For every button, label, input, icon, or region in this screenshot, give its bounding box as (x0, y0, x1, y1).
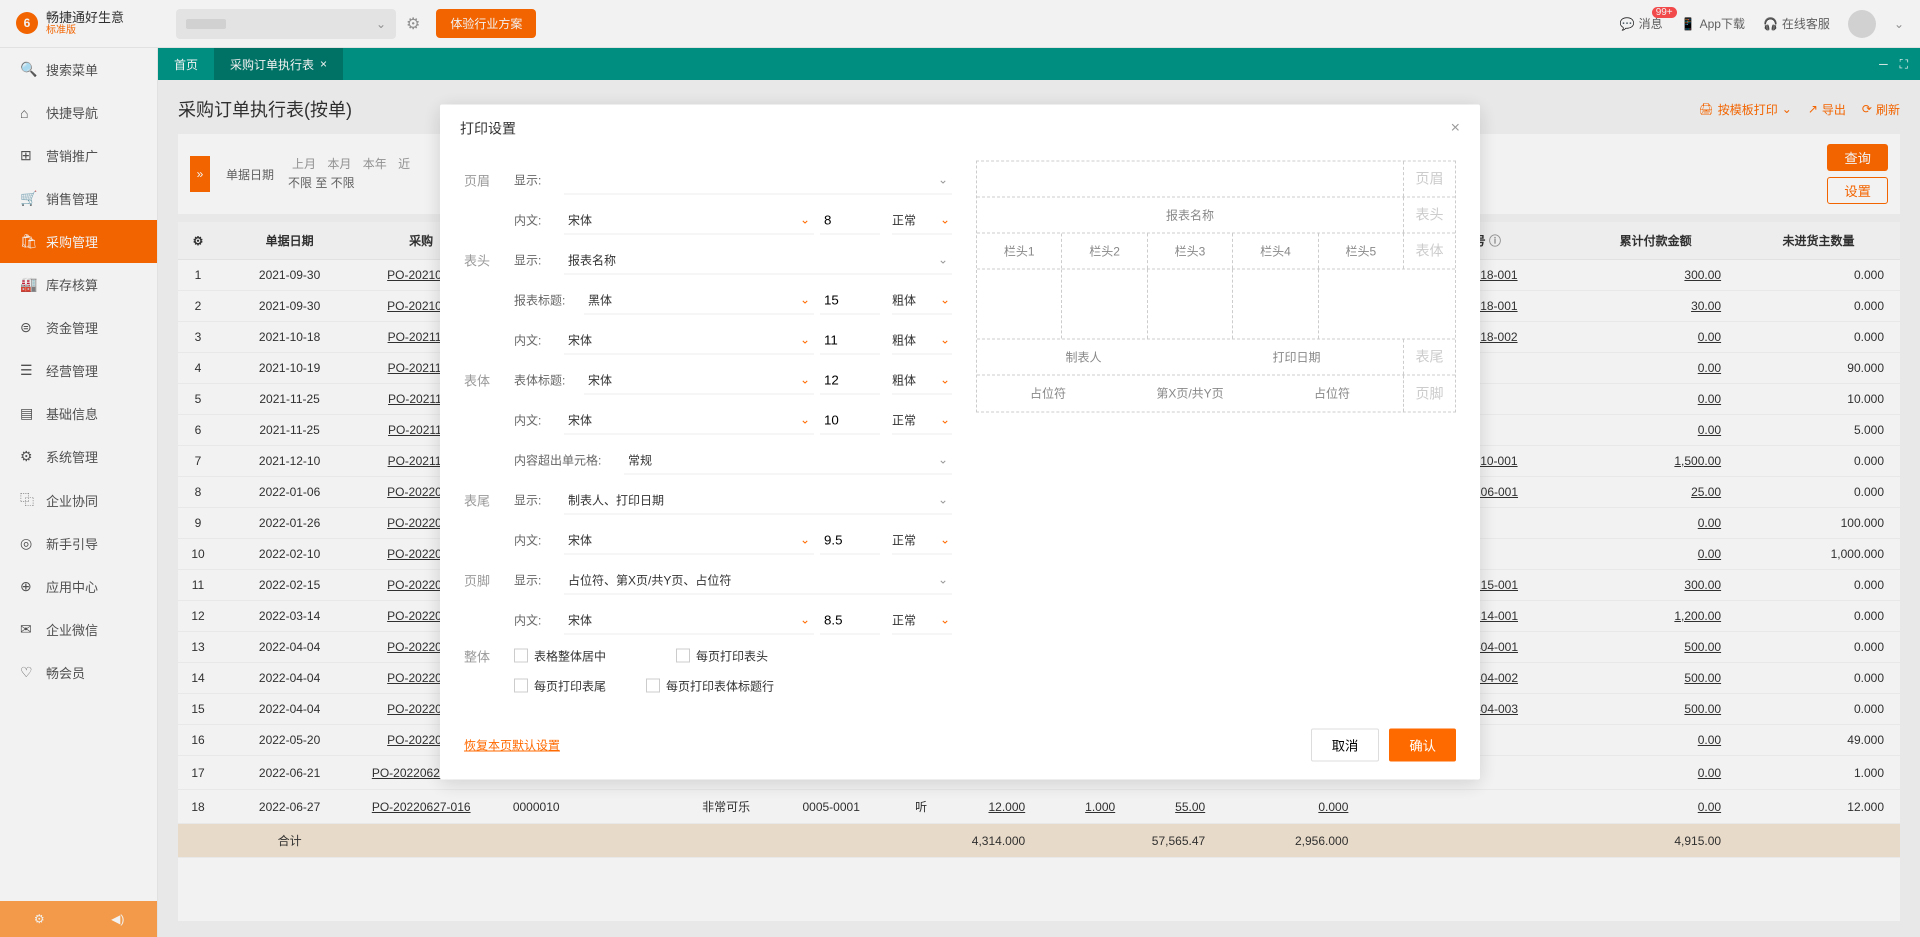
pagefoot-size-input[interactable] (820, 606, 880, 634)
tabletail-size-input[interactable] (820, 526, 880, 554)
chevron-down-icon: ⌄ (940, 333, 950, 347)
tablehead-font-select[interactable]: 宋体⌄ (564, 326, 814, 354)
chevron-down-icon: ⌄ (800, 533, 810, 547)
chevron-down-icon: ⌄ (940, 413, 950, 427)
report-title-font-select[interactable]: 黑体⌄ (584, 286, 814, 314)
section-overall: 整体 (464, 646, 514, 665)
chevron-down-icon: ⌄ (940, 213, 950, 227)
restore-defaults-link[interactable]: 恢复本页默认设置 (464, 736, 560, 753)
pagefoot-weight-select[interactable]: 正常⌄ (892, 606, 952, 634)
pagefoot-font-select[interactable]: 宋体⌄ (564, 606, 814, 634)
chevron-down-icon: ⌄ (800, 373, 810, 387)
section-pagefoot: 页脚 (464, 571, 514, 590)
column-title-weight-select[interactable]: 粗体⌄ (892, 366, 952, 394)
chevron-down-icon: ⌄ (800, 613, 810, 627)
chevron-down-icon: ⌄ (940, 373, 950, 387)
print-settings-modal: 打印设置 × 页眉 显示: ⌄ 内文: 宋体⌄ 正常⌄ 表头 显示: 报表名称⌄ (440, 104, 1480, 779)
column-title-font-select[interactable]: 宋体⌄ (584, 366, 814, 394)
tablebody-font-select[interactable]: 宋体⌄ (564, 406, 814, 434)
section-pagehead: 页眉 (464, 171, 514, 190)
chevron-down-icon: ⌄ (938, 173, 948, 187)
print-preview: 页眉 报表名称表头 栏头1栏头2栏头3栏头4栏头5 表体 制表人 打印日期 表尾 (976, 160, 1456, 412)
pagefoot-show-select[interactable]: 占位符、第X页/共Y页、占位符⌄ (564, 566, 952, 594)
tablebody-size-input[interactable] (820, 406, 880, 434)
modal-title: 打印设置 (460, 118, 516, 138)
chevron-down-icon: ⌄ (940, 613, 950, 627)
chevron-down-icon: ⌄ (938, 493, 948, 507)
pagehead-font-select[interactable]: 宋体⌄ (564, 206, 814, 234)
pagehead-weight-select[interactable]: 正常⌄ (892, 206, 952, 234)
tablehead-show-select[interactable]: 报表名称⌄ (564, 246, 952, 274)
overflow-select[interactable]: 常规⌄ (624, 446, 952, 474)
close-icon[interactable]: × (1451, 119, 1460, 137)
chevron-down-icon: ⌄ (940, 533, 950, 547)
section-tablebody: 表体 (464, 371, 514, 390)
column-title-size-input[interactable] (820, 366, 880, 394)
tablehead-size-input[interactable] (820, 326, 880, 354)
tabletail-font-select[interactable]: 宋体⌄ (564, 526, 814, 554)
tabletail-show-select[interactable]: 制表人、打印日期⌄ (564, 486, 952, 514)
chevron-down-icon: ⌄ (938, 573, 948, 587)
chevron-down-icon: ⌄ (800, 333, 810, 347)
report-title-size-input[interactable] (820, 286, 880, 314)
report-title-weight-select[interactable]: 粗体⌄ (892, 286, 952, 314)
tablehead-weight-select[interactable]: 粗体⌄ (892, 326, 952, 354)
chevron-down-icon: ⌄ (800, 293, 810, 307)
tabletail-weight-select[interactable]: 正常⌄ (892, 526, 952, 554)
chevron-down-icon: ⌄ (938, 253, 948, 267)
check-tail-each[interactable]: 每页打印表尾 (514, 677, 606, 694)
chevron-down-icon: ⌄ (940, 293, 950, 307)
chevron-down-icon: ⌄ (800, 413, 810, 427)
pagehead-show-select[interactable]: ⌄ (564, 166, 952, 194)
chevron-down-icon: ⌄ (938, 453, 948, 467)
confirm-button[interactable]: 确认 (1389, 728, 1456, 761)
check-head-each[interactable]: 每页打印表头 (676, 647, 768, 664)
check-center[interactable]: 表格整体居中 (514, 647, 606, 664)
check-title-each[interactable]: 每页打印表体标题行 (646, 677, 774, 694)
chevron-down-icon: ⌄ (800, 213, 810, 227)
cancel-button[interactable]: 取消 (1311, 728, 1380, 761)
section-tablehead: 表头 (464, 251, 514, 270)
tablebody-weight-select[interactable]: 正常⌄ (892, 406, 952, 434)
pagehead-size-input[interactable] (820, 206, 880, 234)
section-tabletail: 表尾 (464, 491, 514, 510)
